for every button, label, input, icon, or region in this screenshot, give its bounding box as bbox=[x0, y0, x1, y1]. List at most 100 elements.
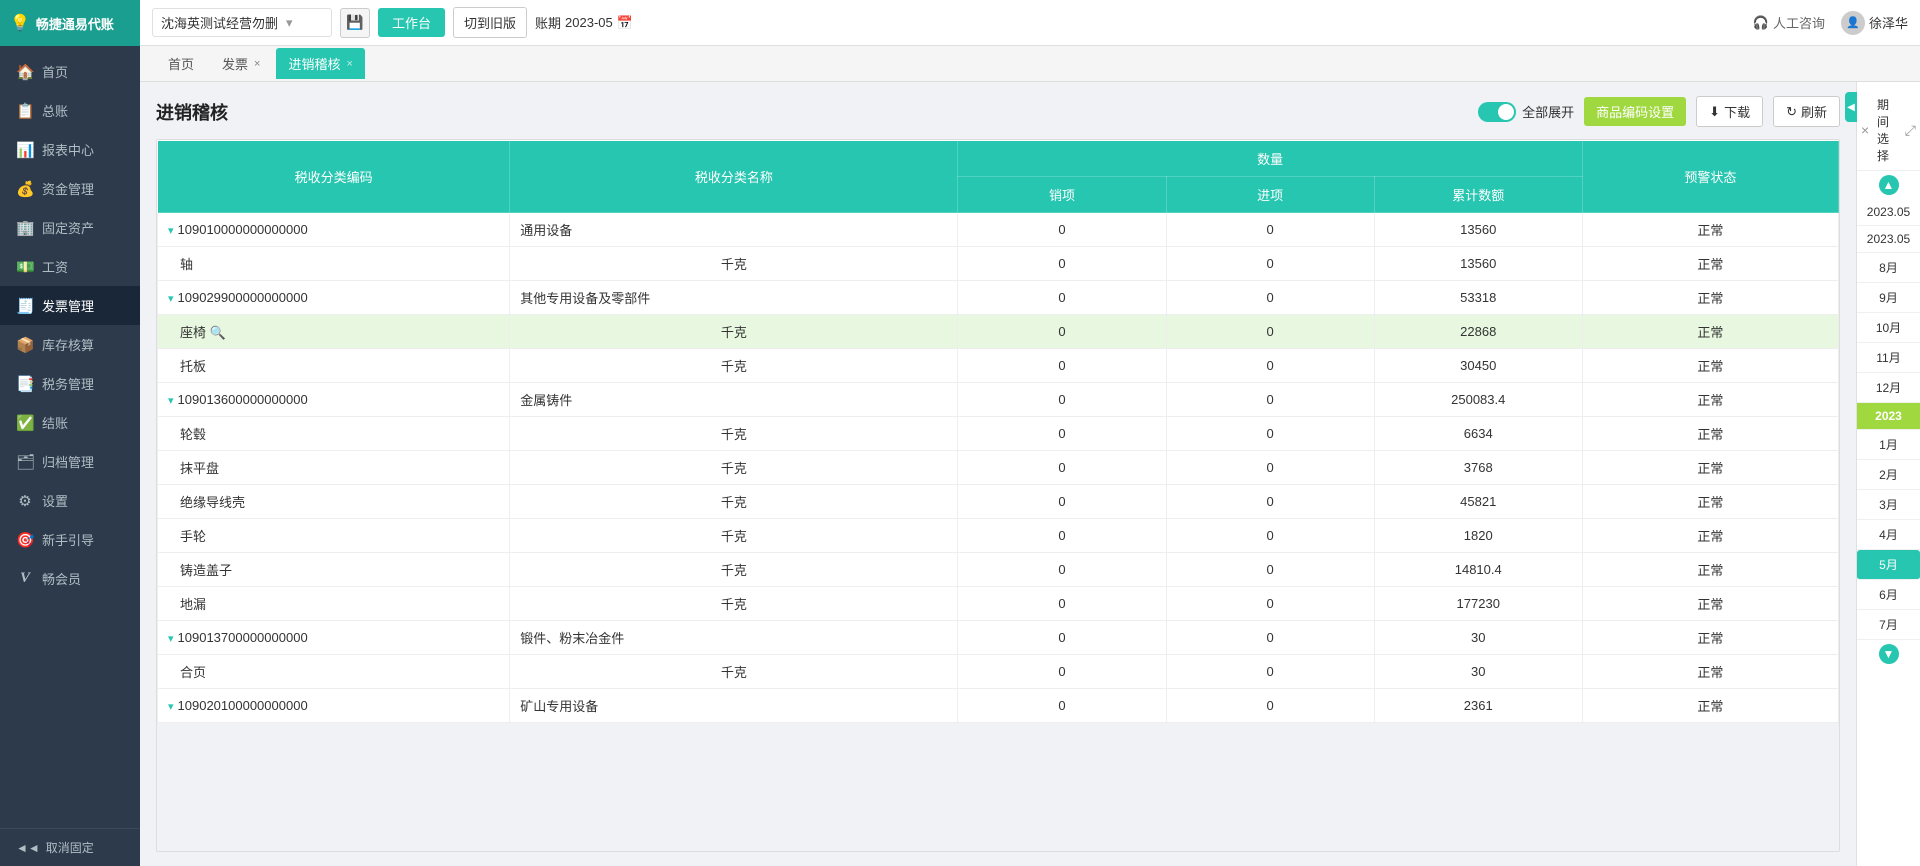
reports-icon: 📊 bbox=[16, 141, 34, 159]
expand-icon[interactable]: ▾ bbox=[168, 633, 174, 645]
sidebar-item-member[interactable]: V 畅会员 bbox=[0, 559, 140, 598]
table-row-total: 14810.4 bbox=[1374, 553, 1582, 587]
sidebar-item-reports[interactable]: 📊 报表中心 bbox=[0, 130, 140, 169]
expand-icon[interactable]: ▾ bbox=[168, 225, 174, 237]
sidebar-item-inventory[interactable]: 📦 库存核算 bbox=[0, 325, 140, 364]
help-button[interactable]: 🎧 人工咨询 bbox=[1753, 13, 1825, 32]
sidebar-item-label: 畅会员 bbox=[42, 569, 81, 588]
inventory-icon: 📦 bbox=[16, 336, 34, 354]
sidebar-item-settings[interactable]: ⚙ 设置 bbox=[0, 481, 140, 520]
expand-icon[interactable]: ▾ bbox=[168, 701, 174, 713]
sidebar-footer-label: 取消固定 bbox=[46, 839, 94, 856]
sidebar-item-ledger[interactable]: 📋 总账 bbox=[0, 91, 140, 130]
sidebar-item-funds[interactable]: 💰 资金管理 bbox=[0, 169, 140, 208]
table-row-status: 正常 bbox=[1582, 213, 1838, 247]
sidebar-item-label: 工资 bbox=[42, 257, 68, 276]
avatar: 👤 bbox=[1841, 11, 1865, 35]
period-list-item[interactable]: 4月 bbox=[1857, 520, 1920, 550]
sidebar-item-home[interactable]: 🏠 首页 bbox=[0, 52, 140, 91]
table-row-status: 正常 bbox=[1582, 553, 1838, 587]
product-code-button[interactable]: 商品编码设置 bbox=[1584, 97, 1686, 126]
save-button[interactable]: 💾 bbox=[340, 8, 370, 38]
expand-icon[interactable]: ▾ bbox=[168, 293, 174, 305]
table-row-status: 正常 bbox=[1582, 689, 1838, 723]
refresh-label: 刷新 bbox=[1801, 102, 1827, 121]
tax-icon: 📑 bbox=[16, 375, 34, 393]
table-row-sales: 0 bbox=[958, 553, 1166, 587]
table-row-status: 正常 bbox=[1582, 587, 1838, 621]
table-row-purchase: 0 bbox=[1166, 247, 1374, 281]
period-list-item[interactable]: 2023.05 bbox=[1857, 199, 1920, 226]
sidebar-item-label: 设置 bbox=[42, 491, 68, 510]
table-row-status: 正常 bbox=[1582, 383, 1838, 417]
period-list-item[interactable]: 1月 bbox=[1857, 430, 1920, 460]
table-row-code: ▾109020100000000000 bbox=[158, 689, 510, 723]
switch-version-button[interactable]: 切到旧版 bbox=[453, 7, 527, 38]
table-row-code: ▾109013600000000000 bbox=[158, 383, 510, 417]
search-icon[interactable]: 🔍 bbox=[210, 325, 226, 340]
table-row-status: 正常 bbox=[1582, 349, 1838, 383]
period-list-item[interactable]: 10月 bbox=[1857, 313, 1920, 343]
tab-reconcile-close[interactable]: × bbox=[346, 58, 352, 70]
period-list-item[interactable]: 7月 bbox=[1857, 610, 1920, 640]
table-row-purchase: 0 bbox=[1166, 587, 1374, 621]
download-button[interactable]: ⬇ 下载 bbox=[1696, 96, 1763, 127]
expand-all-toggle[interactable]: 全部展开 bbox=[1478, 102, 1574, 122]
period-list-item[interactable]: 5月 bbox=[1857, 550, 1920, 580]
panel-expand-icon[interactable]: ⤢ bbox=[1905, 122, 1916, 139]
sidebar-footer-unpin[interactable]: ◄◄ 取消固定 bbox=[0, 828, 140, 866]
sidebar-item-guide[interactable]: 🎯 新手引导 bbox=[0, 520, 140, 559]
table-row-sales: 0 bbox=[958, 281, 1166, 315]
period-list-item[interactable]: 6月 bbox=[1857, 580, 1920, 610]
download-label: 下载 bbox=[1724, 102, 1750, 121]
period-scroll-up[interactable]: ▲ bbox=[1879, 175, 1899, 195]
calendar-icon[interactable]: 📅 bbox=[617, 15, 633, 31]
table-row-sales: 0 bbox=[958, 689, 1166, 723]
period-list-item[interactable]: 3月 bbox=[1857, 490, 1920, 520]
tab-invoice[interactable]: 发票 × bbox=[210, 48, 272, 79]
period-list-item[interactable]: 2023 bbox=[1857, 403, 1920, 430]
chevron-down-icon: ▾ bbox=[286, 15, 293, 31]
sidebar-item-label: 库存核算 bbox=[42, 335, 94, 354]
period-list-item[interactable]: 9月 bbox=[1857, 283, 1920, 313]
sidebar-item-assets[interactable]: 🏢 固定资产 bbox=[0, 208, 140, 247]
tab-invoice-close[interactable]: × bbox=[254, 58, 260, 70]
table-row-purchase: 0 bbox=[1166, 383, 1374, 417]
sidebar-item-tax[interactable]: 📑 税务管理 bbox=[0, 364, 140, 403]
sidebar-item-invoice[interactable]: 🧾 发票管理 bbox=[0, 286, 140, 325]
salary-icon: 💵 bbox=[16, 258, 34, 276]
sidebar-item-archive[interactable]: 🗂 归档管理 bbox=[0, 442, 140, 481]
panel-collapse-button[interactable]: ◀ bbox=[1845, 92, 1857, 122]
period-list-item[interactable]: 2月 bbox=[1857, 460, 1920, 490]
period-list-item[interactable]: 11月 bbox=[1857, 343, 1920, 373]
sidebar-item-settlement[interactable]: ✅ 结账 bbox=[0, 403, 140, 442]
table-row-total: 22868 bbox=[1374, 315, 1582, 349]
tab-reconcile[interactable]: 进销稽核 × bbox=[276, 48, 364, 79]
period-list-item[interactable]: 8月 bbox=[1857, 253, 1920, 283]
table-row-name: 地漏 bbox=[158, 587, 510, 621]
workspace-button[interactable]: 工作台 bbox=[378, 8, 445, 37]
table-row-name: 铸造盖子 bbox=[158, 553, 510, 587]
sidebar-item-label: 税务管理 bbox=[42, 374, 94, 393]
toggle-switch[interactable] bbox=[1478, 102, 1516, 122]
funds-icon: 💰 bbox=[16, 180, 34, 198]
refresh-button[interactable]: ↻ 刷新 bbox=[1773, 96, 1840, 127]
table-row-status: 正常 bbox=[1582, 281, 1838, 315]
period-list-item[interactable]: 2023.05 bbox=[1857, 226, 1920, 253]
expand-icon[interactable]: ▾ bbox=[168, 395, 174, 407]
table-row-total: 3768 bbox=[1374, 451, 1582, 485]
period-scroll-down[interactable]: ▼ bbox=[1879, 644, 1899, 664]
table-row-purchase: 0 bbox=[1166, 349, 1374, 383]
tab-home[interactable]: 首页 bbox=[156, 48, 206, 79]
data-table-wrapper: 税收分类编码 税收分类名称 数量 预警状态 销项 进项 累计数额 ▾109010… bbox=[156, 139, 1840, 852]
company-selector[interactable]: 沈海英测试经营勿删 ▾ bbox=[152, 8, 332, 37]
table-row-unit: 千克 bbox=[510, 587, 958, 621]
table-row-name: 手轮 bbox=[158, 519, 510, 553]
sidebar-item-label: 总账 bbox=[42, 101, 68, 120]
period-list-item[interactable]: 12月 bbox=[1857, 373, 1920, 403]
panel-close-icon[interactable]: × bbox=[1861, 122, 1869, 138]
user-menu[interactable]: 👤 徐泽华 bbox=[1841, 11, 1908, 35]
table-row-code: ▾109010000000000000 bbox=[158, 213, 510, 247]
sidebar-item-salary[interactable]: 💵 工资 bbox=[0, 247, 140, 286]
table-row-sales: 0 bbox=[958, 485, 1166, 519]
